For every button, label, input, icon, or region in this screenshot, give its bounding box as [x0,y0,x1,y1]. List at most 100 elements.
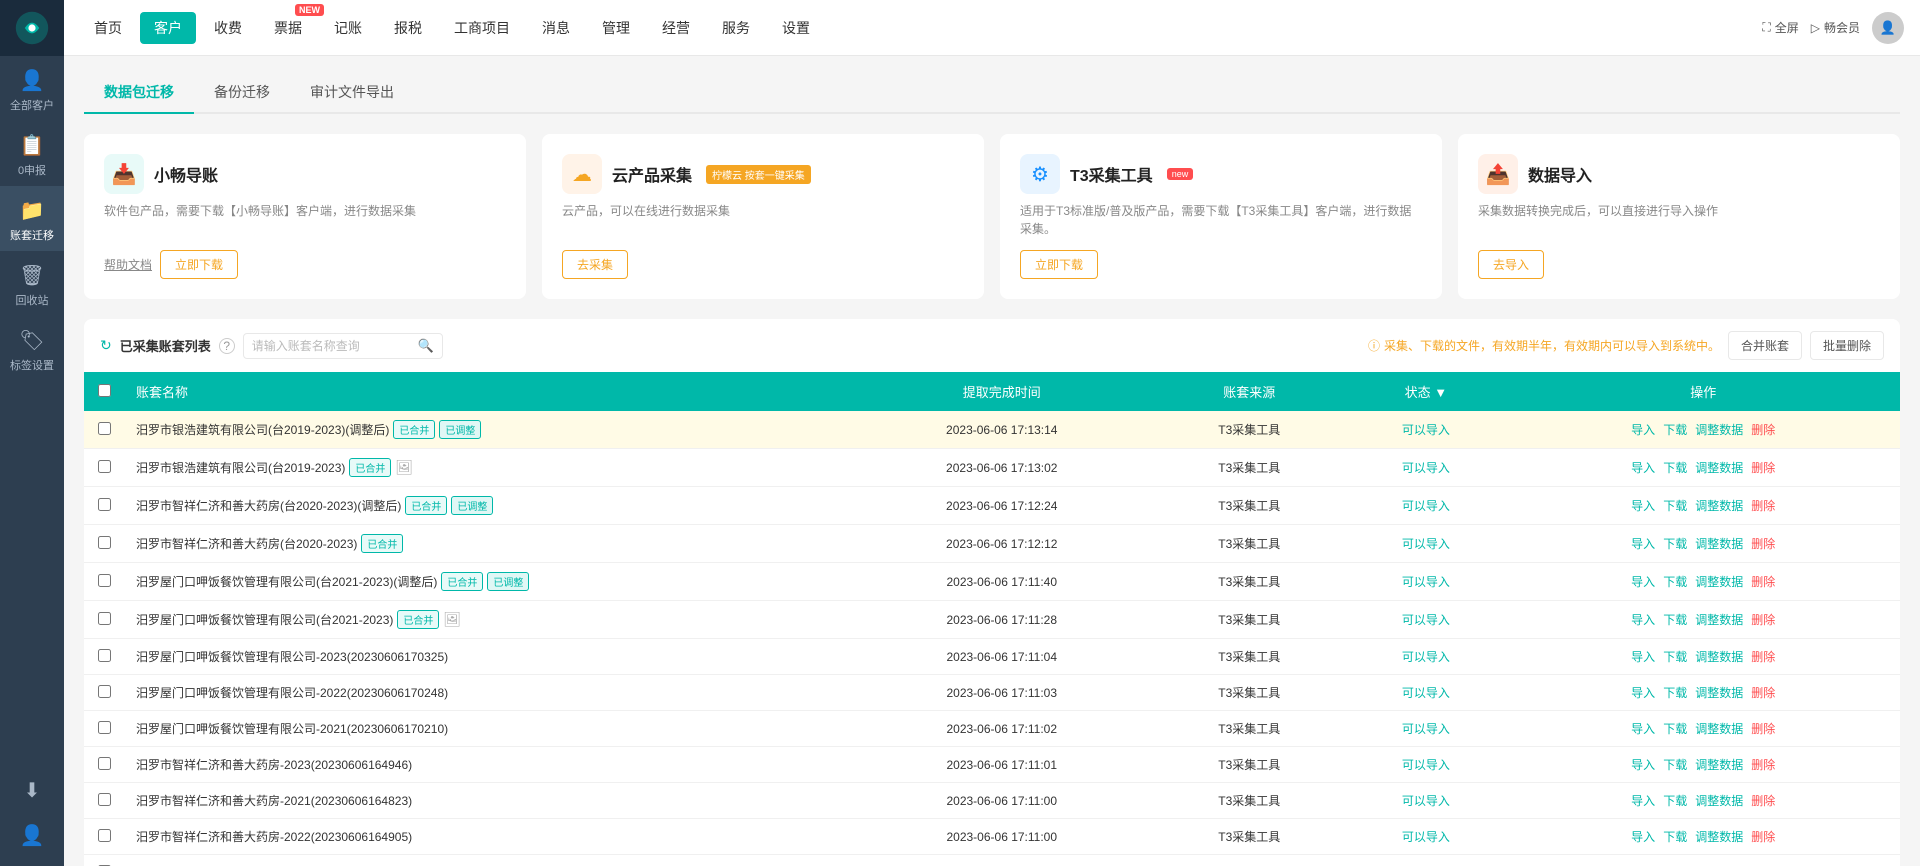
tab-data-migrate[interactable]: 数据包迁移 [84,72,194,114]
sidebar-item-recycle[interactable]: 🗑 回收站 [0,251,64,316]
nav-message[interactable]: 消息 [528,12,584,44]
row-checkbox[interactable] [98,498,111,511]
row-extra-icon[interactable]: 🖼 [395,459,413,475]
action-调整数据[interactable]: 调整数据 [1695,461,1743,475]
import-go-btn[interactable]: 去导入 [1478,250,1544,279]
search-box[interactable]: 🔍 [243,333,443,359]
nav-operation[interactable]: 经营 [648,12,704,44]
nav-home[interactable]: 首页 [80,12,136,44]
fullscreen-button[interactable]: ⛶ 全屏 [1762,19,1798,36]
action-导入[interactable]: 导入 [1631,686,1655,700]
action-调整数据[interactable]: 调整数据 [1695,575,1743,589]
nav-business[interactable]: 工商项目 [440,12,524,44]
tab-backup-migrate[interactable]: 备份迁移 [194,72,290,114]
t3-download-btn[interactable]: 立即下载 [1020,250,1098,279]
action-调整数据[interactable]: 调整数据 [1695,830,1743,844]
nav-settings[interactable]: 设置 [768,12,824,44]
action-导入[interactable]: 导入 [1631,722,1655,736]
action-调整数据[interactable]: 调整数据 [1695,794,1743,808]
sidebar-item-all-clients[interactable]: 👤 全部客户 [0,56,64,121]
search-icon[interactable]: 🔍 [418,338,434,354]
action-导入[interactable]: 导入 [1631,461,1655,475]
nav-tax[interactable]: 报税 [380,12,436,44]
action-删除[interactable]: 删除 [1751,758,1775,772]
row-checkbox[interactable] [98,793,111,806]
action-下载[interactable]: 下载 [1663,830,1687,844]
action-导入[interactable]: 导入 [1631,758,1655,772]
action-删除[interactable]: 删除 [1751,499,1775,513]
action-调整数据[interactable]: 调整数据 [1695,686,1743,700]
search-input[interactable] [252,339,414,353]
row-extra-icon[interactable]: 🖼 [443,611,461,627]
row-checkbox[interactable] [98,574,111,587]
row-checkbox[interactable] [98,757,111,770]
action-删除[interactable]: 删除 [1751,650,1775,664]
action-下载[interactable]: 下载 [1663,575,1687,589]
sidebar-item-download[interactable]: ⬇ [0,766,64,811]
merge-btn[interactable]: 合并账套 [1728,331,1802,360]
row-checkbox[interactable] [98,460,111,473]
help-doc-link[interactable]: 帮助文档 [104,256,152,273]
row-checkbox[interactable] [98,612,111,625]
tab-audit-export[interactable]: 审计文件导出 [290,72,414,114]
action-下载[interactable]: 下载 [1663,794,1687,808]
action-调整数据[interactable]: 调整数据 [1695,423,1743,437]
action-删除[interactable]: 删除 [1751,423,1775,437]
col-status[interactable]: 状态 ▼ [1345,372,1506,411]
action-调整数据[interactable]: 调整数据 [1695,722,1743,736]
action-下载[interactable]: 下载 [1663,650,1687,664]
action-调整数据[interactable]: 调整数据 [1695,650,1743,664]
row-checkbox[interactable] [98,649,111,662]
nav-bookkeeping[interactable]: 记账 [320,12,376,44]
action-下载[interactable]: 下载 [1663,423,1687,437]
action-删除[interactable]: 删除 [1751,461,1775,475]
action-删除[interactable]: 删除 [1751,686,1775,700]
action-调整数据[interactable]: 调整数据 [1695,537,1743,551]
row-checkbox[interactable] [98,685,111,698]
action-删除[interactable]: 删除 [1751,722,1775,736]
cloud-collect-btn[interactable]: 去采集 [562,250,628,279]
refresh-icon[interactable]: ↻ [100,337,112,354]
action-导入[interactable]: 导入 [1631,613,1655,627]
sidebar-item-tag-settings[interactable]: 🏷 标签设置 [0,316,64,381]
action-下载[interactable]: 下载 [1663,537,1687,551]
action-下载[interactable]: 下载 [1663,686,1687,700]
batch-del-btn[interactable]: 批量删除 [1810,331,1884,360]
action-下载[interactable]: 下载 [1663,722,1687,736]
row-checkbox[interactable] [98,721,111,734]
sidebar-item-zero-report[interactable]: 📋 0申报 [0,121,64,186]
select-all-checkbox[interactable] [98,384,111,397]
xiaochang-download-btn[interactable]: 立即下载 [160,250,238,279]
row-checkbox[interactable] [98,536,111,549]
row-checkbox[interactable] [98,422,111,435]
row-checkbox[interactable] [98,829,111,842]
action-调整数据[interactable]: 调整数据 [1695,613,1743,627]
action-调整数据[interactable]: 调整数据 [1695,758,1743,772]
action-调整数据[interactable]: 调整数据 [1695,499,1743,513]
help-icon[interactable]: ? [219,338,235,354]
action-删除[interactable]: 删除 [1751,830,1775,844]
app-logo[interactable] [0,0,64,56]
sidebar-item-account-migrate[interactable]: 📁 账套迁移 [0,186,64,251]
nav-client[interactable]: 客户 [140,12,196,44]
nav-service[interactable]: 服务 [708,12,764,44]
action-下载[interactable]: 下载 [1663,499,1687,513]
sidebar-item-user[interactable]: 👤 [0,811,64,856]
action-导入[interactable]: 导入 [1631,499,1655,513]
action-删除[interactable]: 删除 [1751,794,1775,808]
nav-manage[interactable]: 管理 [588,12,644,44]
action-下载[interactable]: 下载 [1663,461,1687,475]
action-导入[interactable]: 导入 [1631,575,1655,589]
action-导入[interactable]: 导入 [1631,650,1655,664]
nav-fee[interactable]: 收费 [200,12,256,44]
action-导入[interactable]: 导入 [1631,423,1655,437]
action-下载[interactable]: 下载 [1663,613,1687,627]
nav-invoice[interactable]: 票据 NEW [260,12,316,44]
action-下载[interactable]: 下载 [1663,758,1687,772]
action-导入[interactable]: 导入 [1631,794,1655,808]
action-删除[interactable]: 删除 [1751,575,1775,589]
action-导入[interactable]: 导入 [1631,537,1655,551]
member-button[interactable]: ▷ 畅会员 [1811,19,1860,36]
action-删除[interactable]: 删除 [1751,613,1775,627]
action-删除[interactable]: 删除 [1751,537,1775,551]
